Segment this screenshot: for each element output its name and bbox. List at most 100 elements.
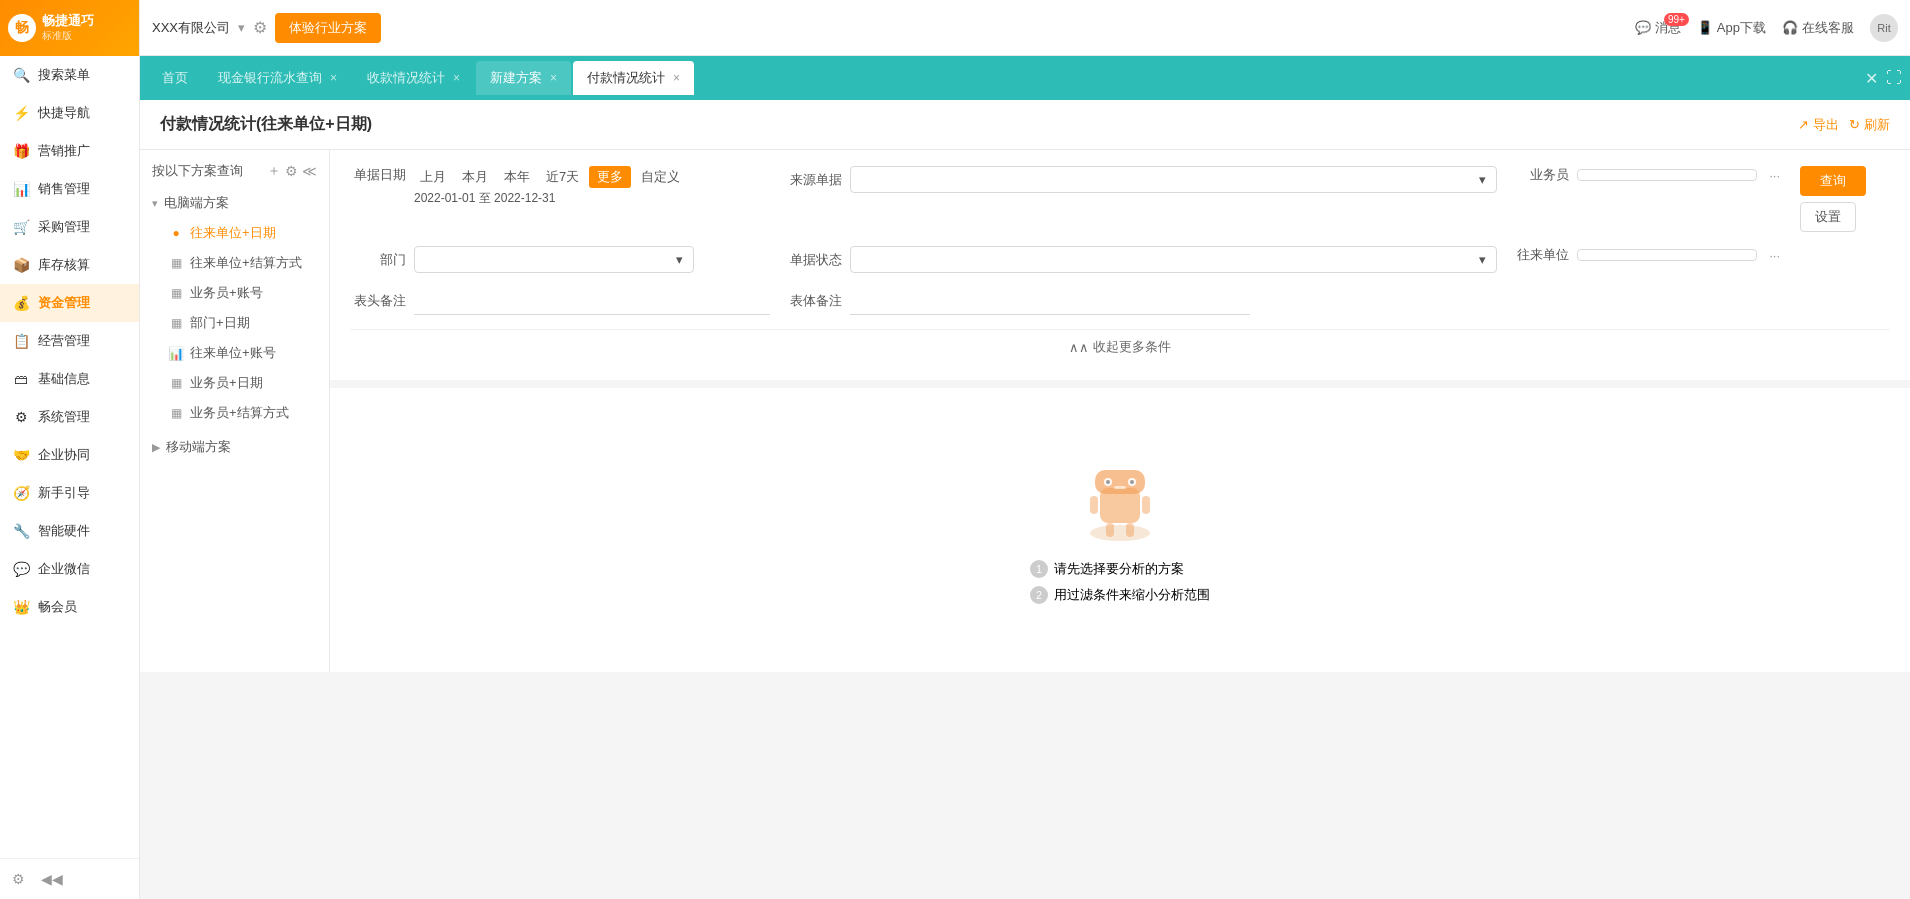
- sidebar-item-label: 采购管理: [38, 218, 90, 236]
- scheme-item-label: 业务员+日期: [190, 374, 263, 392]
- close-all-button[interactable]: ✕: [1865, 69, 1878, 88]
- service-label: 在线客服: [1802, 19, 1854, 37]
- add-scheme-button[interactable]: ＋: [267, 162, 281, 180]
- date-more[interactable]: 更多: [589, 166, 631, 188]
- salesperson-select[interactable]: [1577, 169, 1757, 181]
- salesperson-more-icon[interactable]: ···: [1765, 168, 1784, 183]
- sidebar-item-system[interactable]: ⚙ 系统管理: [0, 398, 139, 436]
- tip-num-2: 2: [1030, 586, 1048, 604]
- trial-button[interactable]: 体验行业方案: [275, 13, 381, 43]
- collapse-panel-button[interactable]: ≪: [302, 162, 317, 180]
- tab-close-icon[interactable]: ×: [453, 71, 460, 85]
- scheme-group-title-desktop[interactable]: ▾ 电脑端方案: [140, 188, 329, 218]
- sidebar-item-wechat[interactable]: 💬 企业微信: [0, 550, 139, 588]
- collapse-button[interactable]: ∧∧ 收起更多条件: [1061, 330, 1179, 364]
- sidebar-item-search[interactable]: 🔍 搜索菜单: [0, 56, 139, 94]
- date-last-month[interactable]: 上月: [414, 166, 452, 188]
- sidebar-collapse-button[interactable]: ◀◀: [37, 867, 67, 891]
- settings-icon[interactable]: ⚙: [253, 18, 267, 37]
- scheme-item-partner-date[interactable]: ● 往来单位+日期: [140, 218, 329, 248]
- tab-receipts[interactable]: 收款情况统计 ×: [353, 61, 474, 95]
- chevron-down-icon: ▾: [1479, 252, 1486, 267]
- capital-icon: 💰: [12, 294, 30, 312]
- messages-action[interactable]: 💬 消息 99+: [1635, 19, 1681, 37]
- sidebar-settings-button[interactable]: ⚙: [8, 867, 29, 891]
- date-this-year[interactable]: 本年: [498, 166, 536, 188]
- date-7days[interactable]: 近7天: [540, 166, 585, 188]
- refresh-icon: ↻: [1849, 117, 1860, 132]
- avatar[interactable]: Rit: [1870, 14, 1898, 42]
- sidebar-item-label: 基础信息: [38, 370, 90, 388]
- tab-payments[interactable]: 付款情况统计 ×: [573, 61, 694, 95]
- service-action[interactable]: 🎧 在线客服: [1782, 19, 1854, 37]
- sidebar-item-marketing[interactable]: 🎁 营销推广: [0, 132, 139, 170]
- sidebar-item-capital[interactable]: 💰 资金管理: [0, 284, 139, 322]
- tab-home[interactable]: 首页: [148, 61, 202, 95]
- sidebar-footer: ⚙ ◀◀: [0, 858, 139, 899]
- scheme-item-salesperson-settle[interactable]: ▦ 业务员+结算方式: [140, 398, 329, 428]
- chevron-right-icon: ▶: [152, 441, 160, 454]
- empty-tip-row-2: 2 用过滤条件来缩小分析范围: [1030, 586, 1210, 604]
- sidebar-item-purchase[interactable]: 🛒 采购管理: [0, 208, 139, 246]
- sidebar-item-shortcut[interactable]: ⚡ 快捷导航: [0, 94, 139, 132]
- search-icon: 🔍: [12, 66, 30, 84]
- tab-close-icon[interactable]: ×: [673, 71, 680, 85]
- sidebar-item-hardware[interactable]: 🔧 智能硬件: [0, 512, 139, 550]
- sidebar-item-inventory[interactable]: 📦 库存核算: [0, 246, 139, 284]
- settings-button[interactable]: 设置: [1800, 202, 1856, 232]
- scheme-item-partner-settle[interactable]: ▦ 往来单位+结算方式: [140, 248, 329, 278]
- sidebar-header: 畅 畅捷通巧 标准版: [0, 0, 139, 56]
- body-note-filter: 表体备注: [786, 287, 1524, 315]
- tab-close-icon[interactable]: ×: [330, 71, 337, 85]
- tab-new-scheme[interactable]: 新建方案 ×: [476, 61, 571, 95]
- partner-select[interactable]: [1577, 249, 1757, 261]
- sidebar-item-coop[interactable]: 🤝 企业协同: [0, 436, 139, 474]
- source-select[interactable]: ▾: [850, 166, 1497, 193]
- status-select[interactable]: ▾: [850, 246, 1497, 273]
- scheme-settings-button[interactable]: ⚙: [285, 162, 298, 180]
- tab-cash[interactable]: 现金银行流水查询 ×: [204, 61, 351, 95]
- sidebar-item-sales[interactable]: 📊 销售管理: [0, 170, 139, 208]
- tab-close-icon[interactable]: ×: [550, 71, 557, 85]
- date-custom[interactable]: 自定义: [635, 166, 686, 188]
- scheme-group-mobile: ▶ 移动端方案: [140, 432, 329, 462]
- page-actions: ↗ 导出 ↻ 刷新: [1798, 116, 1890, 134]
- topbar-left: XXX有限公司 ▾ ⚙ 体验行业方案: [152, 13, 1625, 43]
- dept-select[interactable]: ▾: [414, 246, 694, 273]
- scheme-group-title-mobile[interactable]: ▶ 移动端方案: [140, 432, 329, 462]
- header-note-input[interactable]: [414, 287, 770, 315]
- chevron-down-icon: ▾: [152, 197, 158, 210]
- tip-num-1: 1: [1030, 560, 1048, 578]
- purchase-icon: 🛒: [12, 218, 30, 236]
- query-button[interactable]: 查询: [1800, 166, 1866, 196]
- date-this-month[interactable]: 本月: [456, 166, 494, 188]
- basic-icon: 🗃: [12, 370, 30, 388]
- wechat-icon: 💬: [12, 560, 30, 578]
- empty-state: 1 请先选择要分析的方案 2 用过滤条件来缩小分析范围: [330, 388, 1910, 672]
- refresh-button[interactable]: ↻ 刷新: [1849, 116, 1890, 134]
- chevron-down-icon: ▾: [1479, 172, 1486, 187]
- tab-label: 付款情况统计: [587, 69, 665, 87]
- export-button[interactable]: ↗ 导出: [1798, 116, 1839, 134]
- logo-subtitle: 标准版: [42, 29, 94, 43]
- scheme-item-dept-date[interactable]: ▦ 部门+日期: [140, 308, 329, 338]
- sidebar-item-guide[interactable]: 🧭 新手引导: [0, 474, 139, 512]
- left-panel-title: 按以下方案查询: [152, 162, 243, 180]
- shortcut-icon: ⚡: [12, 104, 30, 122]
- active-scheme-icon: ●: [168, 225, 184, 241]
- download-icon: 📱: [1697, 20, 1713, 35]
- body-note-input[interactable]: [850, 287, 1250, 315]
- sidebar-item-member[interactable]: 👑 畅会员: [0, 588, 139, 626]
- download-action[interactable]: 📱 App下载: [1697, 19, 1766, 37]
- coop-icon: 🤝: [12, 446, 30, 464]
- partner-more-icon[interactable]: ···: [1765, 248, 1784, 263]
- expand-button[interactable]: ⛶: [1886, 69, 1902, 88]
- sidebar-item-basic[interactable]: 🗃 基础信息: [0, 360, 139, 398]
- scheme-item-salesperson-date[interactable]: ▦ 业务员+日期: [140, 368, 329, 398]
- sidebar-item-operation[interactable]: 📋 经营管理: [0, 322, 139, 360]
- dropdown-arrow-icon[interactable]: ▾: [238, 20, 245, 35]
- scheme-item-salesperson-account[interactable]: ▦ 业务员+账号: [140, 278, 329, 308]
- partner-label: 往来单位: [1513, 246, 1569, 264]
- scheme-item-partner-account[interactable]: 📊 往来单位+账号: [140, 338, 329, 368]
- sidebar-item-label: 智能硬件: [38, 522, 90, 540]
